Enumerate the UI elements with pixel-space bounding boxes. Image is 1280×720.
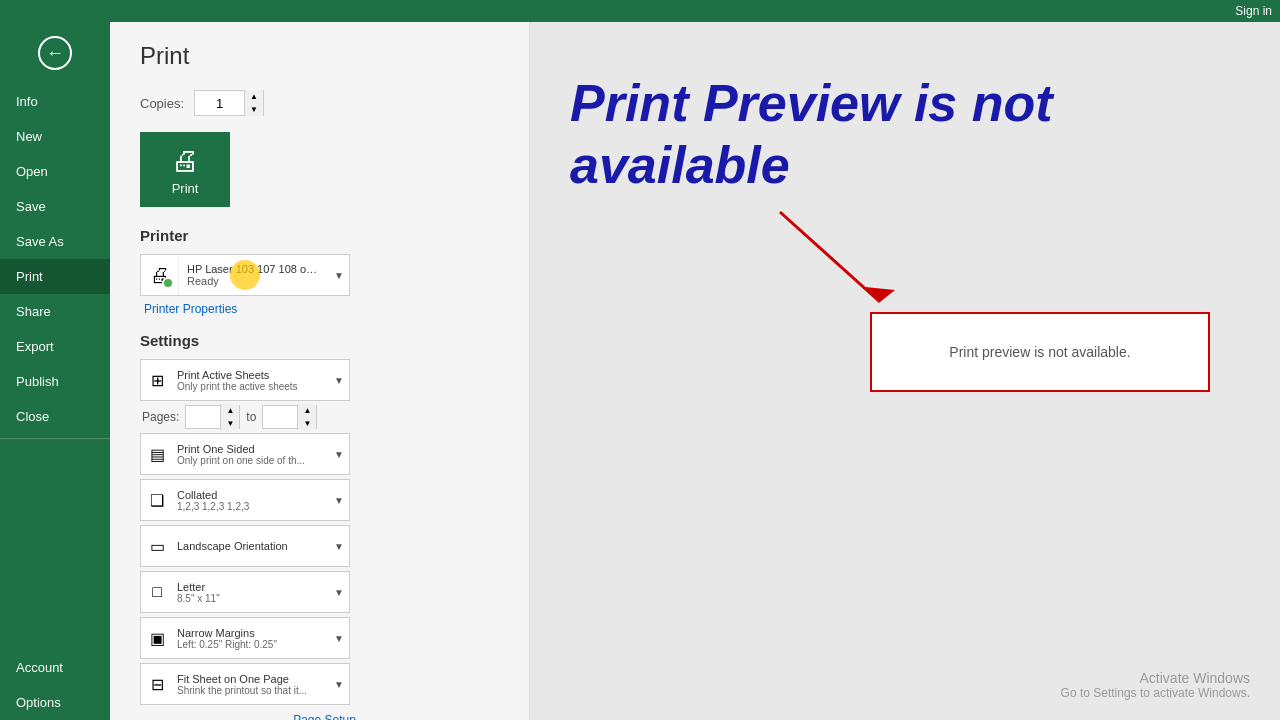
- printer-properties-link[interactable]: Printer Properties: [140, 302, 509, 316]
- printer-name: HP Laser 103 107 108 on dyei...: [187, 263, 321, 275]
- sidebar: ← Info New Open Save Save As Print Share…: [0, 22, 110, 720]
- margins-arrow: ▼: [329, 618, 349, 658]
- page-setup-link[interactable]: Page Setup: [140, 713, 509, 720]
- active-sheets-info: Print Active Sheets Only print the activ…: [173, 367, 329, 394]
- activate-windows-desc: Go to Settings to activate Windows.: [1061, 686, 1250, 700]
- page-title: Print: [140, 42, 509, 70]
- setting-one-sided[interactable]: ▤ Print One Sided Only print on one side…: [140, 433, 350, 475]
- sidebar-bottom: Account Options: [0, 650, 110, 720]
- sidebar-item-share[interactable]: Share: [0, 294, 110, 329]
- setting-margins[interactable]: ▣ Narrow Margins Left: 0.25" Right: 0.25…: [140, 617, 350, 659]
- settings-section-label: Settings: [140, 332, 509, 349]
- pages-from-up[interactable]: ▲: [221, 404, 239, 417]
- sidebar-divider: [0, 438, 110, 439]
- fit-sheet-icon: ⊟: [141, 664, 173, 704]
- active-sheets-icon: ⊞: [141, 360, 173, 400]
- preview-box: Print preview is not available.: [870, 312, 1210, 392]
- copies-label: Copies:: [140, 96, 184, 111]
- one-sided-icon: ▤: [141, 434, 173, 474]
- sidebar-item-publish[interactable]: Publish: [0, 364, 110, 399]
- active-sheets-arrow: ▼: [329, 360, 349, 400]
- printer-dropdown[interactable]: 🖨 HP Laser 103 107 108 on dyei... Ready …: [140, 254, 350, 296]
- preview-box-text: Print preview is not available.: [949, 344, 1130, 360]
- printer-status-dot: [162, 277, 174, 289]
- orientation-arrow: ▼: [329, 526, 349, 566]
- sidebar-item-new[interactable]: New: [0, 119, 110, 154]
- one-sided-arrow: ▼: [329, 434, 349, 474]
- sidebar-item-account[interactable]: Account: [0, 650, 110, 685]
- letter-info: Letter 8.5" x 11": [173, 579, 329, 606]
- orientation-info: Landscape Orientation: [173, 538, 329, 554]
- arrow-annotation: [750, 202, 910, 322]
- copies-up-button[interactable]: ▲: [245, 90, 263, 103]
- one-sided-info: Print One Sided Only print on one side o…: [173, 441, 329, 468]
- setting-letter[interactable]: □ Letter 8.5" x 11" ▼: [140, 571, 350, 613]
- back-icon: ←: [38, 36, 72, 70]
- pages-row: Pages: ▲ ▼ to ▲ ▼: [140, 405, 509, 429]
- setting-active-sheets[interactable]: ⊞ Print Active Sheets Only print the act…: [140, 359, 350, 401]
- copies-down-button[interactable]: ▼: [245, 103, 263, 116]
- orientation-icon: ▭: [141, 526, 173, 566]
- sidebar-item-print[interactable]: Print: [0, 259, 110, 294]
- pages-to-down[interactable]: ▼: [298, 417, 316, 430]
- back-button[interactable]: ←: [0, 22, 110, 84]
- svg-line-0: [780, 212, 880, 302]
- collated-icon: ❑: [141, 480, 173, 520]
- copies-input[interactable]: 1 ▲ ▼: [194, 90, 264, 116]
- setting-collated[interactable]: ❑ Collated 1,2,3 1,2,3 1,2,3 ▼: [140, 479, 350, 521]
- printer-info: HP Laser 103 107 108 on dyei... Ready: [179, 259, 329, 291]
- preview-not-available-heading: Print Preview is not available: [570, 72, 1240, 197]
- sidebar-item-save-as[interactable]: Save As: [0, 224, 110, 259]
- app-body: ← Info New Open Save Save As Print Share…: [0, 22, 1280, 720]
- pages-to-up[interactable]: ▲: [298, 404, 316, 417]
- sidebar-item-save[interactable]: Save: [0, 189, 110, 224]
- printer-status: Ready: [187, 275, 321, 287]
- sidebar-item-options[interactable]: Options: [0, 685, 110, 720]
- printer-section-label: Printer: [140, 227, 509, 244]
- copies-arrows: ▲ ▼: [244, 90, 263, 116]
- main-content: Print Copies: 1 ▲ ▼ 🖨 Print: [110, 22, 1280, 720]
- print-panel: Print Copies: 1 ▲ ▼ 🖨 Print: [110, 22, 530, 720]
- pages-from-input[interactable]: ▲ ▼: [185, 405, 240, 429]
- margins-info: Narrow Margins Left: 0.25" Right: 0.25": [173, 625, 329, 652]
- sidebar-item-info[interactable]: Info: [0, 84, 110, 119]
- copies-value: 1: [195, 96, 244, 111]
- letter-arrow: ▼: [329, 572, 349, 612]
- printer-icon: 🖨: [171, 144, 199, 177]
- printer-dropdown-arrow: ▼: [329, 255, 349, 295]
- preview-area: Print Preview is not available Print pre…: [530, 22, 1280, 720]
- print-button-container: 🖨 Print: [140, 132, 509, 207]
- pages-from-down[interactable]: ▼: [221, 417, 239, 430]
- sign-in-link[interactable]: Sign in: [1235, 4, 1272, 18]
- pages-to-input[interactable]: ▲ ▼: [262, 405, 317, 429]
- titlebar: Sign in: [0, 0, 1280, 22]
- collated-info: Collated 1,2,3 1,2,3 1,2,3: [173, 487, 329, 514]
- fit-sheet-arrow: ▼: [329, 664, 349, 704]
- setting-fit-sheet[interactable]: ⊟ Fit Sheet on One Page Shrink the print…: [140, 663, 350, 705]
- copies-row: Copies: 1 ▲ ▼: [140, 90, 509, 116]
- margins-icon: ▣: [141, 618, 173, 658]
- setting-orientation[interactable]: ▭ Landscape Orientation ▼: [140, 525, 350, 567]
- sidebar-item-close[interactable]: Close: [0, 399, 110, 434]
- fit-sheet-info: Fit Sheet on One Page Shrink the printou…: [173, 671, 329, 698]
- print-button-label: Print: [172, 181, 199, 196]
- activate-windows: Activate Windows Go to Settings to activ…: [1061, 670, 1250, 700]
- printer-icon-area: 🖨: [141, 255, 179, 295]
- print-button[interactable]: 🖨 Print: [140, 132, 230, 207]
- activate-windows-title: Activate Windows: [1061, 670, 1250, 686]
- collated-arrow: ▼: [329, 480, 349, 520]
- sidebar-item-open[interactable]: Open: [0, 154, 110, 189]
- pages-label: Pages:: [142, 410, 179, 424]
- letter-icon: □: [141, 572, 173, 612]
- pages-to-label: to: [246, 410, 256, 424]
- sidebar-item-export[interactable]: Export: [0, 329, 110, 364]
